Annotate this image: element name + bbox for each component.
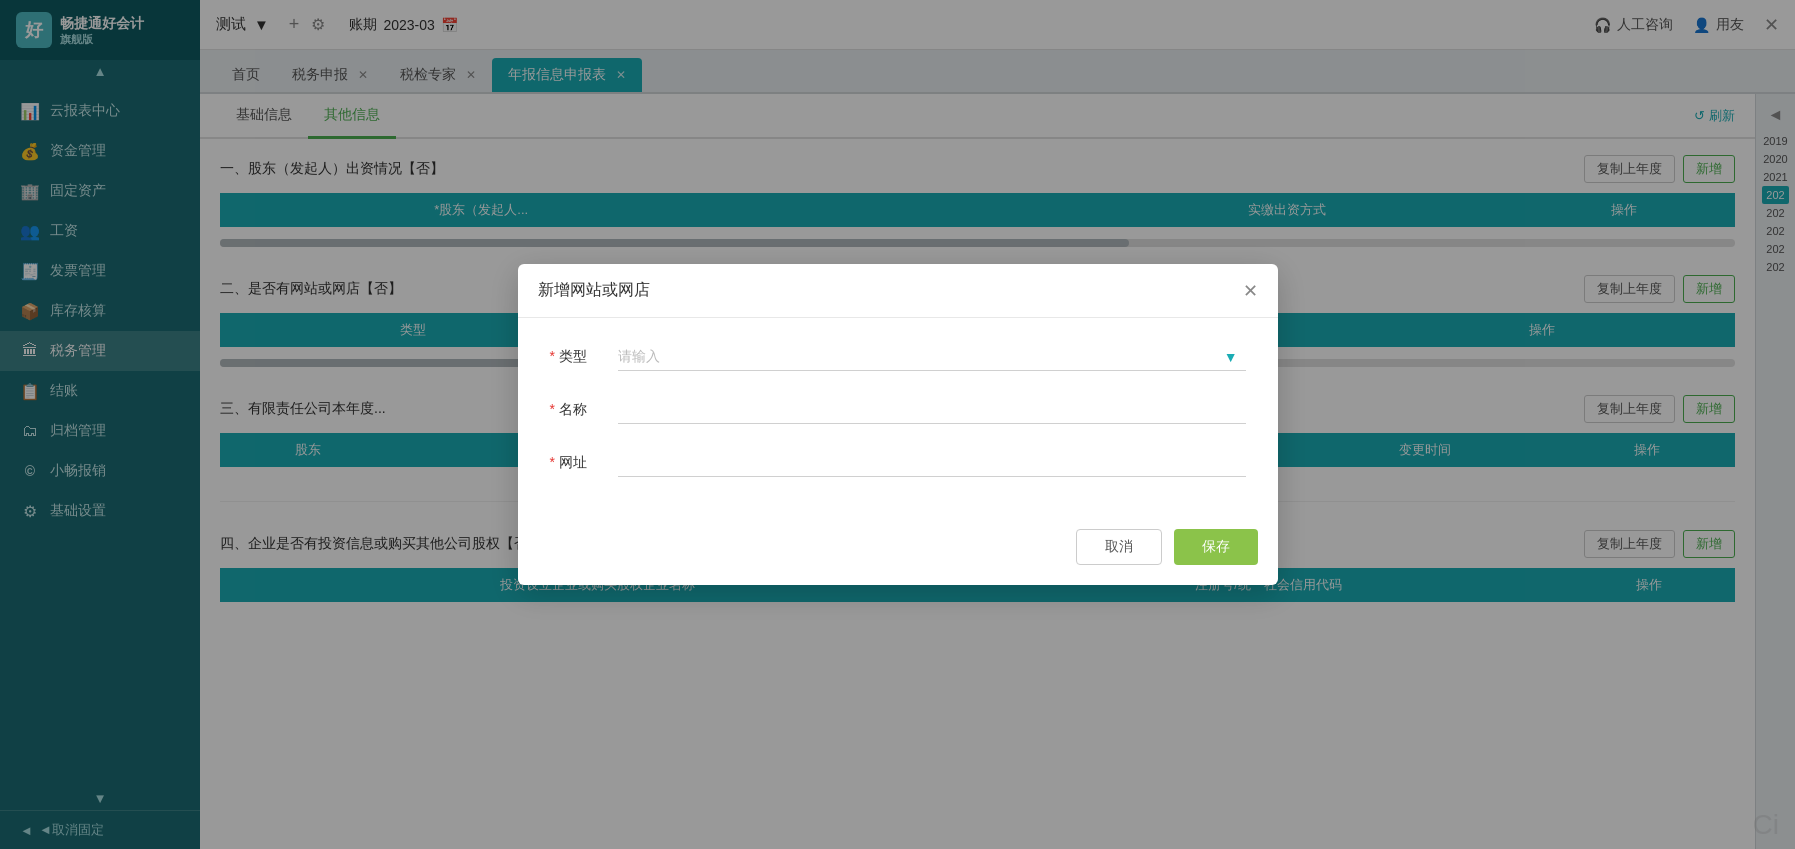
- name-field: [618, 395, 1246, 424]
- modal-overlay[interactable]: 新增网站或网店 ✕ * 类型 ▼ * 名称: [0, 0, 1795, 849]
- save-button[interactable]: 保存: [1174, 529, 1258, 565]
- name-input[interactable]: [618, 395, 1246, 424]
- cancel-button[interactable]: 取消: [1076, 529, 1162, 565]
- form-row-type: * 类型 ▼: [550, 342, 1246, 371]
- type-required-mark: *: [550, 348, 555, 364]
- dialog-body: * 类型 ▼ * 名称 *: [518, 318, 1278, 517]
- dialog-footer: 取消 保存: [518, 517, 1278, 585]
- name-required-mark: *: [550, 401, 555, 417]
- url-label: * 网址: [550, 454, 610, 472]
- url-input[interactable]: [618, 448, 1246, 477]
- url-field: [618, 448, 1246, 477]
- form-row-url: * 网址: [550, 448, 1246, 477]
- add-website-dialog: 新增网站或网店 ✕ * 类型 ▼ * 名称: [518, 264, 1278, 585]
- type-field: ▼: [618, 342, 1246, 371]
- name-label: * 名称: [550, 401, 610, 419]
- dialog-title: 新增网站或网店: [538, 280, 650, 301]
- dialog-header: 新增网站或网店 ✕: [518, 264, 1278, 318]
- type-input[interactable]: [618, 342, 1246, 371]
- type-dropdown-arrow[interactable]: ▼: [1224, 349, 1238, 365]
- url-required-mark: *: [550, 454, 555, 470]
- dialog-close-button[interactable]: ✕: [1243, 282, 1258, 300]
- type-label: * 类型: [550, 348, 610, 366]
- form-row-name: * 名称: [550, 395, 1246, 424]
